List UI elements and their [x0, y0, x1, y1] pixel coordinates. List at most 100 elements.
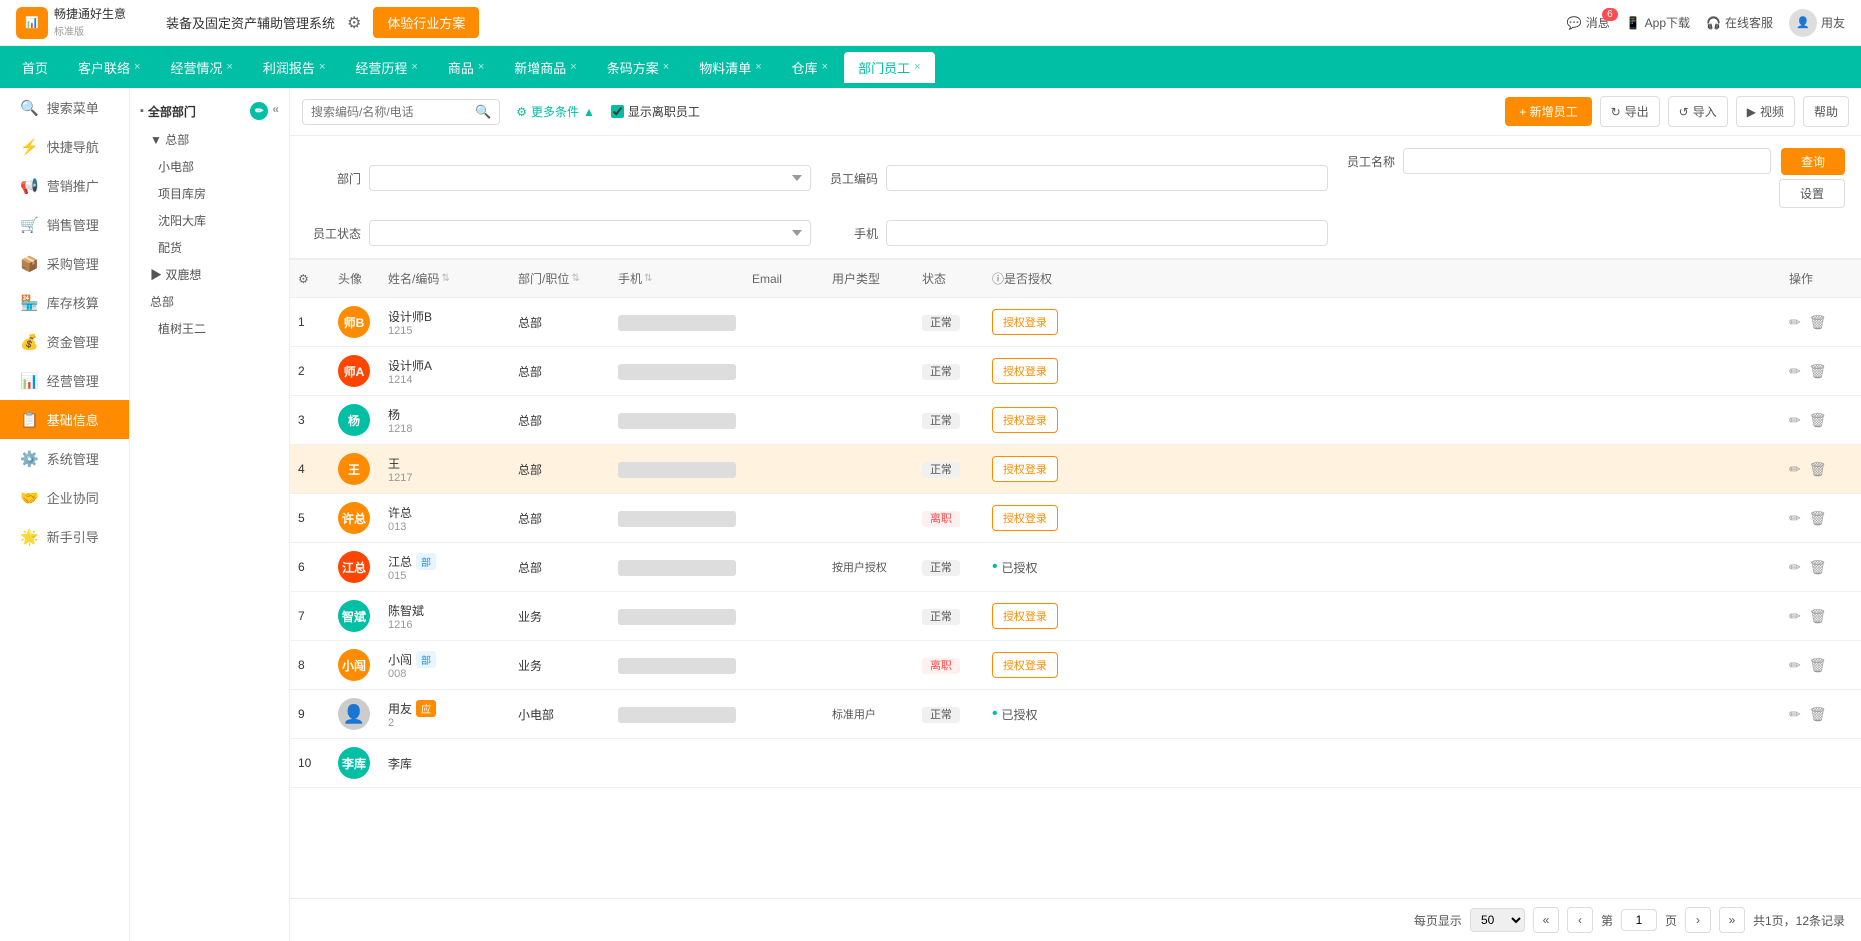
th-phone[interactable]: 手机 ⇅: [610, 260, 744, 298]
show-resigned-input[interactable]: [611, 105, 624, 118]
search-input[interactable]: [311, 105, 471, 119]
dept-tag[interactable]: ✏: [250, 102, 268, 120]
nav-tab-商品[interactable]: 商品 ×: [434, 52, 498, 83]
nav-tab-经营历程[interactable]: 经营历程 ×: [341, 52, 431, 83]
edit-icon[interactable]: ✏: [1789, 363, 1801, 380]
sidebar-item-basic[interactable]: 📋基础信息: [0, 400, 129, 439]
tab-close-icon[interactable]: ×: [226, 61, 232, 73]
trial-button[interactable]: 体验行业方案: [373, 7, 479, 38]
auth-button[interactable]: 授权登录: [992, 407, 1058, 433]
set-button[interactable]: 设置: [1779, 179, 1845, 208]
delete-icon[interactable]: 🗑: [1809, 412, 1827, 429]
sidebar-item-shortcut[interactable]: ⚡快捷导航: [0, 127, 129, 166]
sidebar-item-search[interactable]: 🔍搜索菜单: [0, 88, 129, 127]
nav-tab-利润报告[interactable]: 利润报告 ×: [249, 52, 339, 83]
sidebar-item-marketing[interactable]: 📢营销推广: [0, 166, 129, 205]
nav-tab-客户联络[interactable]: 客户联络 ×: [64, 52, 154, 83]
dept-item-配货[interactable]: 配货: [130, 234, 289, 261]
show-resigned-checkbox[interactable]: 显示离职员工: [611, 103, 700, 120]
tab-close-icon[interactable]: ×: [822, 61, 828, 73]
sidebar-item-inventory[interactable]: 🏪库存核算: [0, 283, 129, 322]
page-number-input[interactable]: [1621, 909, 1657, 931]
emp-name-input[interactable]: [1403, 148, 1771, 174]
nav-tab-仓库[interactable]: 仓库 ×: [778, 52, 842, 83]
dept-collapse-icon[interactable]: «: [272, 102, 279, 120]
status-select[interactable]: [369, 220, 811, 246]
edit-icon[interactable]: ✏: [1789, 608, 1801, 625]
help-button[interactable]: 帮助: [1803, 96, 1849, 127]
delete-icon[interactable]: 🗑: [1809, 461, 1827, 478]
nav-tab-部门员工[interactable]: 部门员工 ×: [844, 52, 934, 83]
auth-button[interactable]: 授权登录: [992, 652, 1058, 678]
dept-item-植树王二[interactable]: 植树王二: [130, 315, 289, 342]
auth-button[interactable]: 授权登录: [992, 505, 1058, 531]
edit-icon[interactable]: ✏: [1789, 559, 1801, 576]
nav-tab-条码方案[interactable]: 条码方案 ×: [593, 52, 683, 83]
tab-close-icon[interactable]: ×: [478, 61, 484, 73]
nav-tab-经营情况[interactable]: 经营情况 ×: [156, 52, 246, 83]
prev-page-btn[interactable]: ‹: [1567, 907, 1593, 933]
dept-item-总部[interactable]: 总部: [130, 288, 289, 315]
nav-tab-物料清单[interactable]: 物料清单 ×: [685, 52, 775, 83]
sidebar-item-finance[interactable]: 💰资金管理: [0, 322, 129, 361]
phone-input[interactable]: [886, 220, 1328, 246]
dept-item-沈阳大库[interactable]: 沈阳大库: [130, 207, 289, 234]
next-page-btn[interactable]: ›: [1685, 907, 1711, 933]
tab-close-icon[interactable]: ×: [134, 61, 140, 73]
sidebar-item-sales[interactable]: 🛒销售管理: [0, 205, 129, 244]
tab-close-icon[interactable]: ×: [914, 61, 920, 73]
sidebar-item-collab[interactable]: 🤝企业协同: [0, 478, 129, 517]
tab-close-icon[interactable]: ×: [663, 61, 669, 73]
dept-item-小电部[interactable]: 小电部: [130, 153, 289, 180]
sidebar-item-guide[interactable]: 🌟新手引导: [0, 517, 129, 556]
auth-button[interactable]: 授权登录: [992, 603, 1058, 629]
auth-button[interactable]: 授权登录: [992, 358, 1058, 384]
delete-icon[interactable]: 🗑: [1809, 363, 1827, 380]
delete-icon[interactable]: 🗑: [1809, 706, 1827, 723]
export-button[interactable]: ↻ 导出: [1600, 96, 1660, 127]
edit-icon[interactable]: ✏: [1789, 706, 1801, 723]
th-dept[interactable]: 部门/职位 ⇅: [510, 260, 610, 298]
delete-icon[interactable]: 🗑: [1809, 314, 1827, 331]
tab-close-icon[interactable]: ×: [411, 61, 417, 73]
nav-tab-新增商品[interactable]: 新增商品 ×: [500, 52, 590, 83]
sidebar-item-system[interactable]: ⚙️系统管理: [0, 439, 129, 478]
delete-icon[interactable]: 🗑: [1809, 510, 1827, 527]
th-settings[interactable]: ⚙: [290, 260, 330, 298]
dept-item-项目库房[interactable]: 项目库房: [130, 180, 289, 207]
settings-button[interactable]: ⚙: [343, 9, 365, 37]
nav-tab-首页[interactable]: 首页: [8, 52, 62, 83]
app-download-item[interactable]: 📱 App下载: [1626, 14, 1690, 31]
sidebar-item-operations[interactable]: 📊经营管理: [0, 361, 129, 400]
sidebar-item-purchase[interactable]: 📦采购管理: [0, 244, 129, 283]
import-button[interactable]: ↺ 导入: [1668, 96, 1728, 127]
tab-close-icon[interactable]: ×: [755, 61, 761, 73]
user-item[interactable]: 👤 用友: [1789, 9, 1845, 37]
dept-select[interactable]: [369, 165, 811, 191]
online-service-item[interactable]: 🎧 在线客服: [1706, 14, 1773, 31]
dept-item-双鹿想[interactable]: ▶ 双鹿想: [130, 261, 289, 288]
edit-icon[interactable]: ✏: [1789, 461, 1801, 478]
last-page-btn[interactable]: »: [1719, 907, 1745, 933]
emp-code-input[interactable]: [886, 165, 1328, 191]
new-employee-button[interactable]: + 新增员工: [1505, 97, 1591, 126]
more-conditions-btn[interactable]: ⚙ 更多条件 ▲: [508, 99, 603, 124]
edit-icon[interactable]: ✏: [1789, 510, 1801, 527]
tab-close-icon[interactable]: ×: [570, 61, 576, 73]
message-icon-item[interactable]: 💬 消息 6: [1567, 14, 1610, 31]
per-page-select[interactable]: 50 100: [1470, 908, 1525, 932]
auth-button[interactable]: 授权登录: [992, 309, 1058, 335]
edit-icon[interactable]: ✏: [1789, 314, 1801, 331]
th-name[interactable]: 姓名/编码 ⇅: [380, 260, 510, 298]
first-page-btn[interactable]: «: [1533, 907, 1559, 933]
tab-close-icon[interactable]: ×: [319, 61, 325, 73]
edit-icon[interactable]: ✏: [1789, 657, 1801, 674]
view-button[interactable]: ▶ 视频: [1736, 96, 1795, 127]
query-button[interactable]: 查询: [1781, 148, 1845, 175]
delete-icon[interactable]: 🗑: [1809, 608, 1827, 625]
auth-button[interactable]: 授权登录: [992, 456, 1058, 482]
dept-item-总部[interactable]: ▼ 总部: [130, 126, 289, 153]
delete-icon[interactable]: 🗑: [1809, 559, 1827, 576]
edit-icon[interactable]: ✏: [1789, 412, 1801, 429]
delete-icon[interactable]: 🗑: [1809, 657, 1827, 674]
